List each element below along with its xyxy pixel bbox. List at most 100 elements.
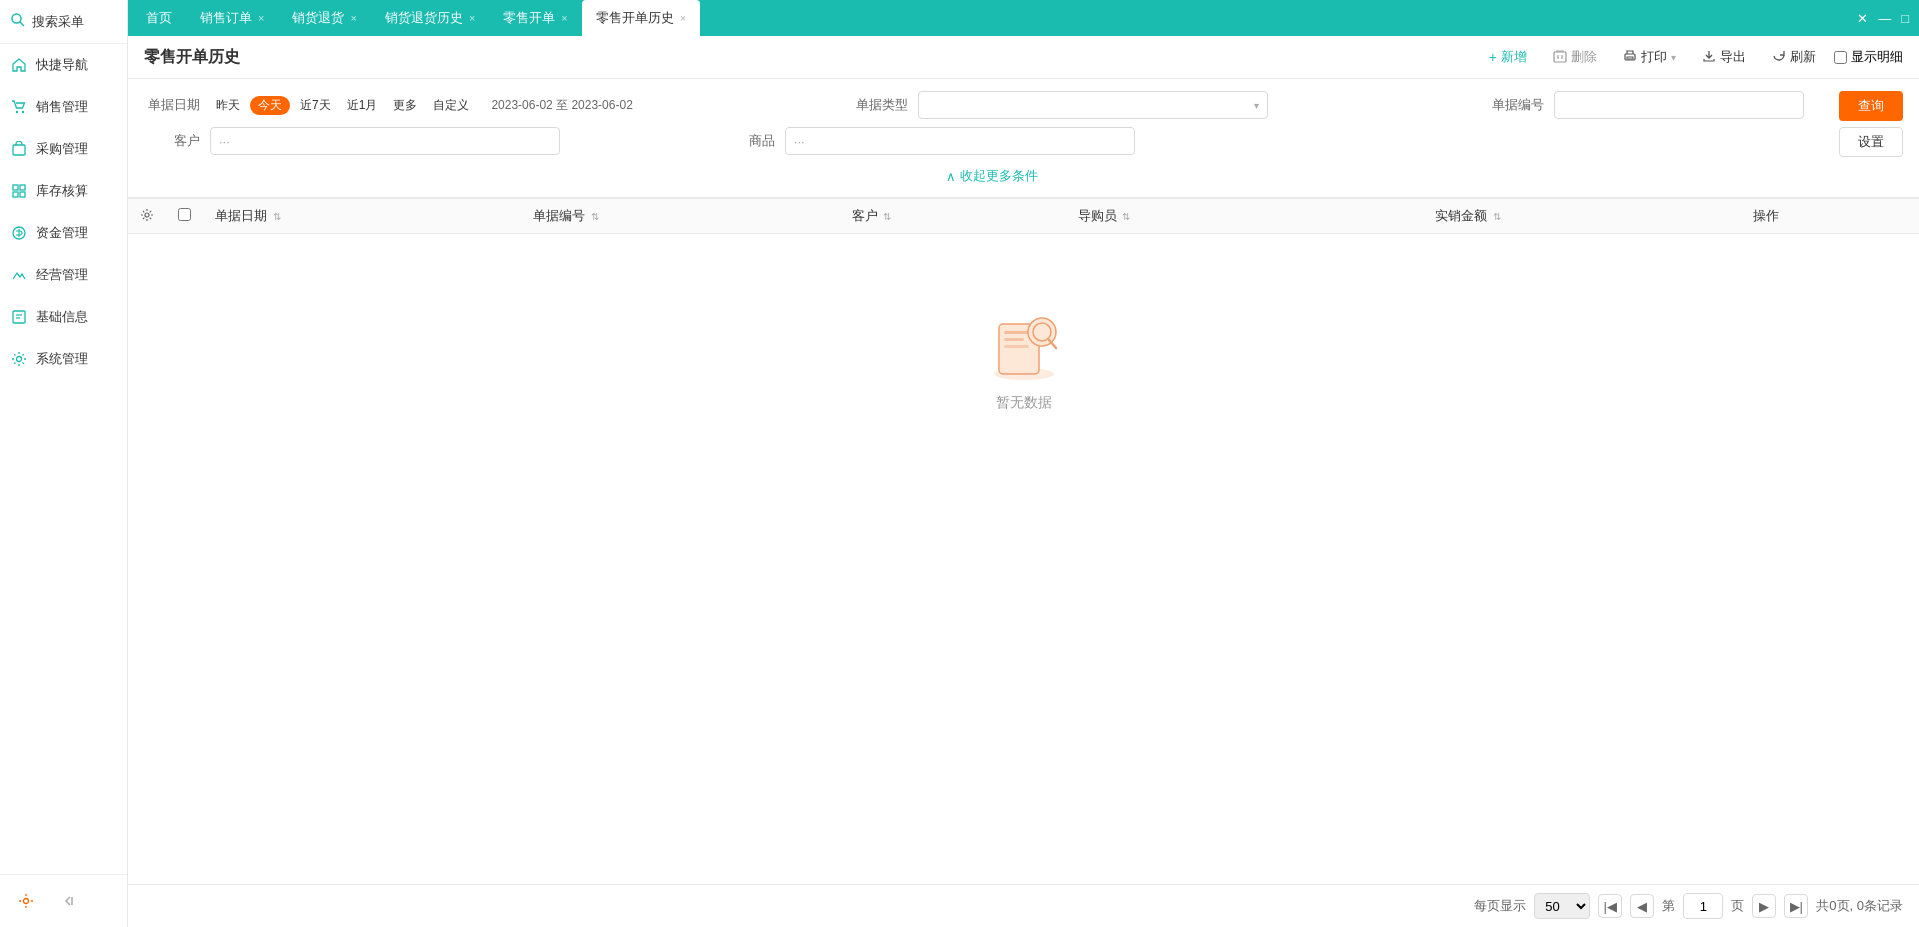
sidebar-item-label: 基础信息 xyxy=(36,308,88,326)
tab-retail-open[interactable]: 零售开单 × xyxy=(489,0,581,36)
collapse-label: 收起更多条件 xyxy=(960,167,1038,185)
tab-home-label: 首页 xyxy=(146,9,172,27)
tab-sales-order[interactable]: 销售订单 × xyxy=(186,0,278,36)
sidebar-item-quick-nav[interactable]: 快捷导航 xyxy=(0,44,127,86)
delete-icon xyxy=(1553,49,1567,66)
sidebar-item-basic-info[interactable]: 基础信息 xyxy=(0,296,127,338)
system-icon xyxy=(10,350,28,368)
shopping-icon xyxy=(10,98,28,116)
refresh-label: 刷新 xyxy=(1790,48,1816,66)
setting-button[interactable]: 设置 xyxy=(1839,127,1903,157)
sidebar: 搜索采单 快捷导航 销售管理 采购管理 库存核算 资金管理 经营管理 xyxy=(0,0,128,927)
th-doc-no[interactable]: 单据编号 ⇅ xyxy=(521,199,839,234)
prev-page-btn[interactable]: ◀ xyxy=(1630,894,1654,918)
doc-type-arrow-icon: ▾ xyxy=(1254,100,1259,111)
th-amount[interactable]: 实销金额 ⇅ xyxy=(1423,199,1741,234)
yesterday-btn[interactable]: 昨天 xyxy=(210,95,246,116)
sidebar-item-finance[interactable]: 资金管理 xyxy=(0,212,127,254)
filter-row-1: 单据日期 昨天 今天 近7天 近1月 更多 自定义 2023-06-02 至 2… xyxy=(144,91,1839,119)
sidebar-item-label: 经营管理 xyxy=(36,266,88,284)
customer-select[interactable]: ··· xyxy=(210,127,560,155)
tab-home[interactable]: 首页 xyxy=(132,0,186,36)
sort-doc-no-icon: ⇅ xyxy=(591,211,599,222)
page-suffix: 页 xyxy=(1731,897,1744,915)
toolbar: 零售开单历史 + 新增 删除 打印 ▾ 导出 刷新 xyxy=(128,36,1919,79)
svg-rect-10 xyxy=(13,311,25,323)
select-all-checkbox[interactable] xyxy=(178,208,191,221)
sidebar-item-sales-mgmt[interactable]: 销售管理 xyxy=(0,86,127,128)
purchase-icon xyxy=(10,140,28,158)
svg-line-1 xyxy=(20,22,24,26)
th-settings[interactable] xyxy=(128,199,166,234)
doc-type-select[interactable]: ▾ xyxy=(918,91,1268,119)
finance-icon xyxy=(10,224,28,242)
first-page-btn[interactable]: |◀ xyxy=(1598,894,1622,918)
th-salesperson[interactable]: 导购员 ⇅ xyxy=(1066,199,1338,234)
close-tab-sales-order[interactable]: × xyxy=(258,12,264,24)
export-button[interactable]: 导出 xyxy=(1694,44,1754,70)
close-tab-sales-return[interactable]: × xyxy=(350,12,356,24)
empty-state: 暂无数据 xyxy=(128,234,1919,472)
svg-point-21 xyxy=(145,213,149,217)
next-page-btn[interactable]: ▶ xyxy=(1752,894,1776,918)
tab-sales-return[interactable]: 销货退货 × xyxy=(278,0,370,36)
tab-retail-history[interactable]: 零售开单历史 × xyxy=(582,0,700,36)
add-button[interactable]: + 新增 xyxy=(1481,44,1535,70)
th-checkbox[interactable] xyxy=(166,199,203,234)
refresh-button[interactable]: 刷新 xyxy=(1764,44,1824,70)
sidebar-search[interactable]: 搜索采单 xyxy=(0,0,127,44)
more-btn[interactable]: 更多 xyxy=(387,95,423,116)
doc-no-input[interactable] xyxy=(1554,91,1804,119)
sort-doc-date-icon: ⇅ xyxy=(273,211,281,222)
collapse-filter-btn[interactable]: ∧ 收起更多条件 xyxy=(144,163,1839,189)
query-button[interactable]: 查询 xyxy=(1839,91,1903,121)
today-btn[interactable]: 今天 xyxy=(250,96,290,115)
basic-icon xyxy=(10,308,28,326)
tab-sales-return-history[interactable]: 销货退货历史 × xyxy=(371,0,489,36)
export-label: 导出 xyxy=(1720,48,1746,66)
tab-sales-order-label: 销售订单 xyxy=(200,9,252,27)
close-tab-retail-history[interactable]: × xyxy=(680,12,686,24)
collapse-sidebar-btn[interactable] xyxy=(52,885,84,917)
date-filter-label: 单据日期 xyxy=(144,96,200,114)
tab-retail-history-label: 零售开单历史 xyxy=(596,9,674,27)
nav-maximize-btn[interactable]: □ xyxy=(1901,11,1909,26)
close-tab-retail-open[interactable]: × xyxy=(561,12,567,24)
sidebar-item-sys-mgmt[interactable]: 系统管理 xyxy=(0,338,127,380)
sidebar-item-operations[interactable]: 经营管理 xyxy=(0,254,127,296)
th-doc-date[interactable]: 单据日期 ⇅ xyxy=(203,199,521,234)
nav-close-btn[interactable]: ✕ xyxy=(1857,11,1868,26)
settings-bottom-btn[interactable] xyxy=(10,885,42,917)
sidebar-item-label: 采购管理 xyxy=(36,140,88,158)
doc-no-label: 单据编号 xyxy=(1488,96,1544,114)
last7-btn[interactable]: 近7天 xyxy=(294,95,337,116)
last-page-btn[interactable]: ▶| xyxy=(1784,894,1808,918)
filter-row-2: 客户 ··· 商品 ··· xyxy=(144,127,1839,155)
nav-minimize-btn[interactable]: — xyxy=(1878,11,1891,26)
svg-point-13 xyxy=(17,357,22,362)
date-options: 昨天 今天 近7天 近1月 更多 自定义 xyxy=(210,95,475,116)
custom-btn[interactable]: 自定义 xyxy=(427,95,475,116)
per-page-select[interactable]: 50 20 100 xyxy=(1534,893,1590,919)
th-customer[interactable]: 客户 ⇅ xyxy=(840,199,1066,234)
last1m-btn[interactable]: 近1月 xyxy=(341,95,384,116)
svg-rect-7 xyxy=(13,192,18,197)
close-tab-sales-return-history[interactable]: × xyxy=(469,12,475,24)
query-setting-area: 查询 设置 xyxy=(1839,91,1903,157)
delete-button[interactable]: 删除 xyxy=(1545,44,1605,70)
sidebar-item-purchase-mgmt[interactable]: 采购管理 xyxy=(0,128,127,170)
operations-icon xyxy=(10,266,28,284)
display-detail-checkbox[interactable] xyxy=(1834,51,1847,64)
th-ops: 操作 xyxy=(1741,199,1919,234)
customer-placeholder: ··· xyxy=(219,134,230,149)
sidebar-item-inventory[interactable]: 库存核算 xyxy=(0,170,127,212)
svg-rect-16 xyxy=(1554,52,1566,62)
print-dropdown-icon[interactable]: ▾ xyxy=(1671,52,1676,63)
svg-rect-26 xyxy=(1004,345,1029,348)
main-area: 首页 销售订单 × 销货退货 × 销货退货历史 × 零售开单 × 零售开单历史 … xyxy=(128,0,1919,927)
print-button[interactable]: 打印 ▾ xyxy=(1615,44,1684,70)
page-input[interactable] xyxy=(1683,893,1723,919)
goods-select[interactable]: ··· xyxy=(785,127,1135,155)
th-doc-date-label: 单据日期 xyxy=(215,208,267,223)
page-title: 零售开单历史 xyxy=(144,47,1471,68)
